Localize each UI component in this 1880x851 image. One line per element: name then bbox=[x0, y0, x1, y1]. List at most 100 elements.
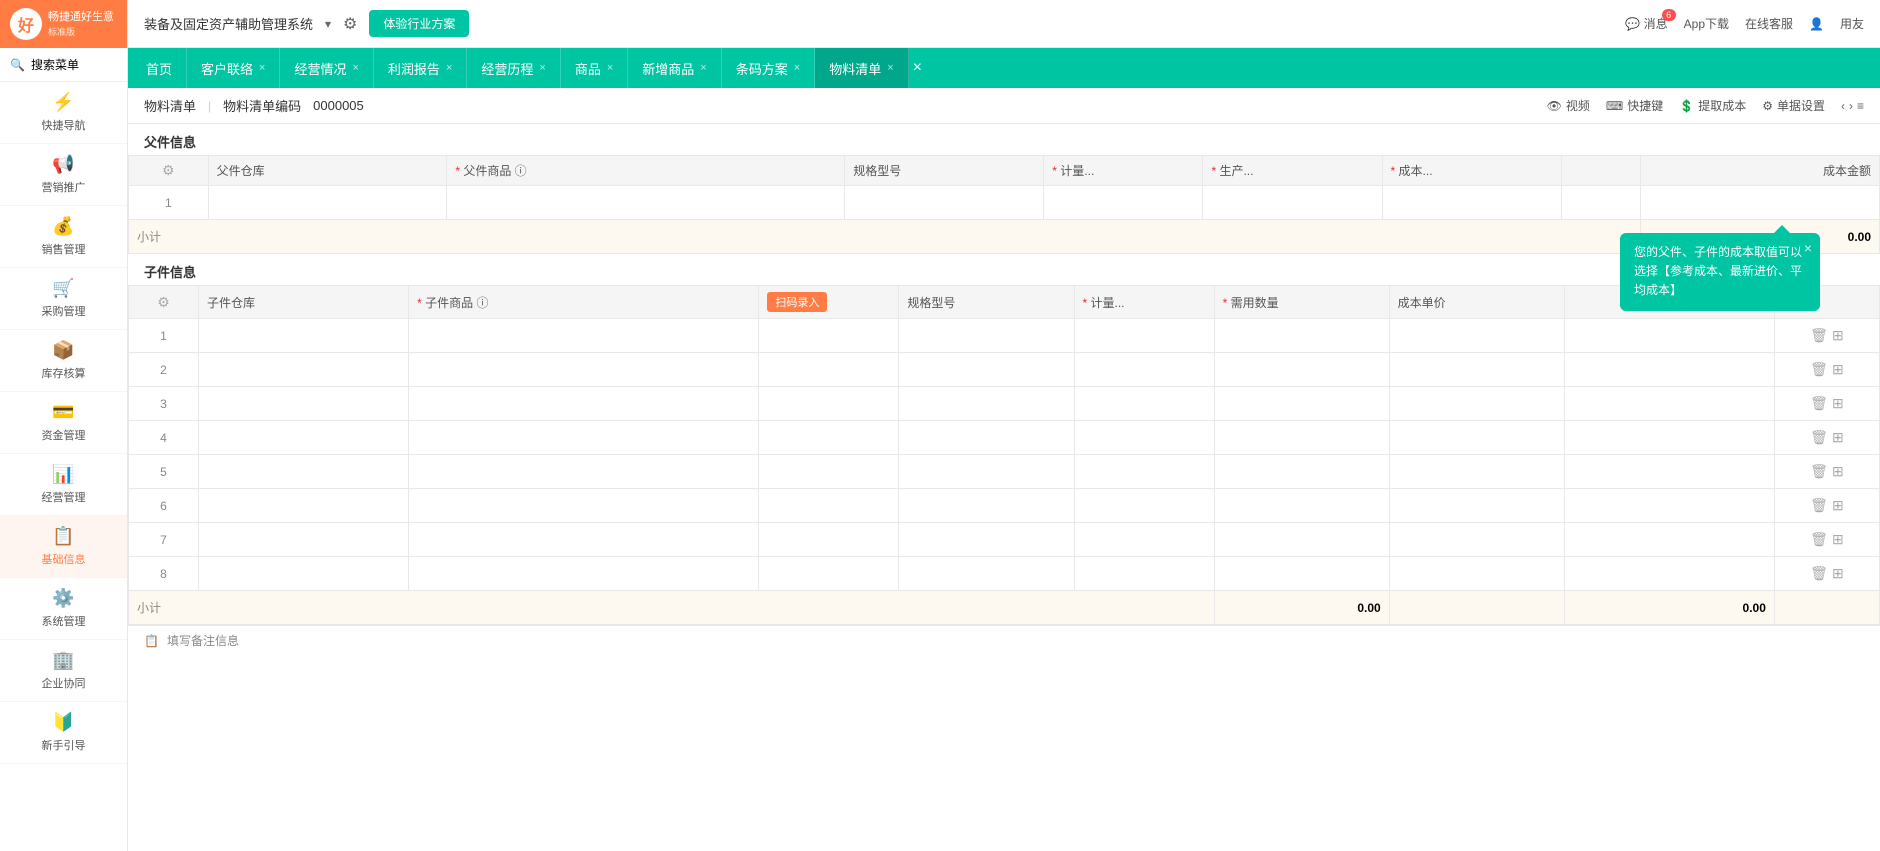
child-qty-cell[interactable] bbox=[1214, 353, 1389, 387]
sidebar-item-marketing[interactable]: 📢 营销推广 bbox=[0, 144, 127, 206]
parent-warehouse-cell[interactable] bbox=[208, 186, 447, 220]
message-badge[interactable]: 💬 6 消息 bbox=[1625, 15, 1667, 32]
app-download-link[interactable]: App下载 bbox=[1684, 15, 1729, 32]
child-unit-cell[interactable] bbox=[1074, 523, 1214, 557]
parent-amount-cell[interactable] bbox=[1641, 186, 1880, 220]
child-warehouse-cell[interactable] bbox=[199, 353, 409, 387]
sidebar-item-system[interactable]: ⚙️ 系统管理 bbox=[0, 578, 127, 640]
experience-btn[interactable]: 体验行业方案 bbox=[369, 10, 469, 37]
child-warehouse-cell[interactable] bbox=[199, 387, 409, 421]
single-settings-btn[interactable]: ⚙单据设置 bbox=[1762, 97, 1825, 114]
child-product-cell[interactable] bbox=[409, 421, 759, 455]
tab-close-icon[interactable]: × bbox=[700, 62, 706, 74]
child-qty-cell[interactable] bbox=[1214, 489, 1389, 523]
copy-icon[interactable]: ⊞ bbox=[1832, 361, 1844, 378]
child-spec-cell[interactable] bbox=[899, 319, 1074, 353]
tab-profit[interactable]: 利润报告× bbox=[374, 48, 467, 88]
child-amount-cell[interactable] bbox=[1564, 523, 1774, 557]
child-product-cell[interactable] bbox=[409, 557, 759, 591]
delete-icon[interactable]: 🗑 bbox=[1810, 361, 1828, 378]
copy-icon[interactable]: ⊞ bbox=[1832, 395, 1844, 412]
tab-close-icon[interactable]: × bbox=[259, 62, 265, 74]
tab-bom[interactable]: 物料清单× bbox=[815, 48, 908, 88]
copy-icon[interactable]: ⊞ bbox=[1832, 327, 1844, 344]
child-spec-cell[interactable] bbox=[899, 523, 1074, 557]
child-unit-cell[interactable] bbox=[1074, 387, 1214, 421]
parent-spec-cell[interactable] bbox=[845, 186, 1044, 220]
child-spec-cell[interactable] bbox=[899, 455, 1074, 489]
tab-history[interactable]: 经营历程× bbox=[467, 48, 560, 88]
tab-barcode[interactable]: 条码方案× bbox=[722, 48, 815, 88]
tooltip-close-btn[interactable]: × bbox=[1804, 237, 1812, 259]
tab-customer[interactable]: 客户联络× bbox=[187, 48, 280, 88]
sidebar-item-sales[interactable]: 💰 销售管理 bbox=[0, 206, 127, 268]
sidebar-item-quick-nav[interactable]: ⚡ 快捷导航 bbox=[0, 82, 127, 144]
child-unitprice-cell[interactable] bbox=[1389, 421, 1564, 455]
child-unitprice-cell[interactable] bbox=[1389, 557, 1564, 591]
tab-close-icon[interactable]: × bbox=[607, 62, 613, 74]
child-product-cell[interactable] bbox=[409, 387, 759, 421]
delete-icon[interactable]: 🗑 bbox=[1810, 395, 1828, 412]
sidebar-item-basic[interactable]: 📋 基础信息 bbox=[0, 516, 127, 578]
child-amount-cell[interactable] bbox=[1564, 387, 1774, 421]
copy-icon[interactable]: ⊞ bbox=[1832, 497, 1844, 514]
sidebar-item-enterprise[interactable]: 🏢 企业协同 bbox=[0, 640, 127, 702]
breadcrumb-bom[interactable]: 物料清单 bbox=[144, 96, 196, 115]
child-unit-cell[interactable] bbox=[1074, 421, 1214, 455]
tab-home[interactable]: 首页 bbox=[132, 48, 187, 88]
child-product-cell[interactable] bbox=[409, 489, 759, 523]
delete-icon[interactable]: 🗑 bbox=[1810, 429, 1828, 446]
child-col-settings[interactable]: ⚙ bbox=[129, 286, 199, 319]
child-amount-cell[interactable] bbox=[1564, 319, 1774, 353]
child-product-cell[interactable] bbox=[409, 353, 759, 387]
tab-close-icon[interactable]: × bbox=[794, 62, 800, 74]
delete-icon[interactable]: 🗑 bbox=[1810, 565, 1828, 582]
close-all-tabs-icon[interactable]: × bbox=[913, 59, 922, 77]
child-warehouse-cell[interactable] bbox=[199, 421, 409, 455]
child-unitprice-cell[interactable] bbox=[1389, 319, 1564, 353]
child-spec-cell[interactable] bbox=[899, 421, 1074, 455]
child-qty-cell[interactable] bbox=[1214, 557, 1389, 591]
child-product-cell[interactable] bbox=[409, 455, 759, 489]
parent-unit-cell[interactable] bbox=[1044, 186, 1203, 220]
child-qty-cell[interactable] bbox=[1214, 523, 1389, 557]
sidebar-item-purchase[interactable]: 🛒 采购管理 bbox=[0, 268, 127, 330]
child-unit-cell[interactable] bbox=[1074, 319, 1214, 353]
tab-close-icon[interactable]: × bbox=[352, 62, 358, 74]
child-unitprice-cell[interactable] bbox=[1389, 523, 1564, 557]
delete-icon[interactable]: 🗑 bbox=[1810, 327, 1828, 344]
child-qty-cell[interactable] bbox=[1214, 387, 1389, 421]
delete-icon[interactable]: 🗑 bbox=[1810, 531, 1828, 548]
parent-col-settings[interactable]: ⚙ bbox=[129, 156, 209, 186]
child-col-scan[interactable]: 扫码录入 bbox=[759, 286, 899, 319]
child-unitprice-cell[interactable] bbox=[1389, 489, 1564, 523]
sidebar-item-guide[interactable]: 🔰 新手引导 bbox=[0, 702, 127, 764]
child-spec-cell[interactable] bbox=[899, 489, 1074, 523]
parent-product-cell[interactable] bbox=[447, 186, 845, 220]
child-spec-cell[interactable] bbox=[899, 557, 1074, 591]
sidebar-item-finance[interactable]: 💳 资金管理 bbox=[0, 392, 127, 454]
tab-close-icon[interactable]: × bbox=[887, 62, 893, 74]
tab-product[interactable]: 商品× bbox=[561, 48, 628, 88]
online-service-link[interactable]: 在线客服 bbox=[1745, 15, 1793, 32]
nav-next-btn[interactable]: › bbox=[1849, 99, 1853, 113]
view-btn[interactable]: 👁视频 bbox=[1547, 97, 1590, 114]
extract-cost-btn[interactable]: 💲提取成本 bbox=[1679, 97, 1746, 114]
copy-icon[interactable]: ⊞ bbox=[1832, 565, 1844, 582]
delete-icon[interactable]: 🗑 bbox=[1810, 497, 1828, 514]
delete-icon[interactable]: 🗑 bbox=[1810, 463, 1828, 480]
child-unitprice-cell[interactable] bbox=[1389, 455, 1564, 489]
search-menu[interactable]: 🔍 搜索菜单 bbox=[0, 48, 127, 82]
child-qty-cell[interactable] bbox=[1214, 455, 1389, 489]
nav-prev-btn[interactable]: ‹ bbox=[1841, 99, 1845, 113]
copy-icon[interactable]: ⊞ bbox=[1832, 531, 1844, 548]
child-spec-cell[interactable] bbox=[899, 387, 1074, 421]
tab-close-icon[interactable]: × bbox=[539, 62, 545, 74]
copy-icon[interactable]: ⊞ bbox=[1832, 463, 1844, 480]
tab-close-icon[interactable]: × bbox=[446, 62, 452, 74]
child-unit-cell[interactable] bbox=[1074, 557, 1214, 591]
child-amount-cell[interactable] bbox=[1564, 557, 1774, 591]
sidebar-item-operation[interactable]: 📊 经营管理 bbox=[0, 454, 127, 516]
system-select-icon[interactable]: ▾ bbox=[325, 17, 331, 31]
nav-list-btn[interactable]: ≡ bbox=[1857, 99, 1864, 113]
